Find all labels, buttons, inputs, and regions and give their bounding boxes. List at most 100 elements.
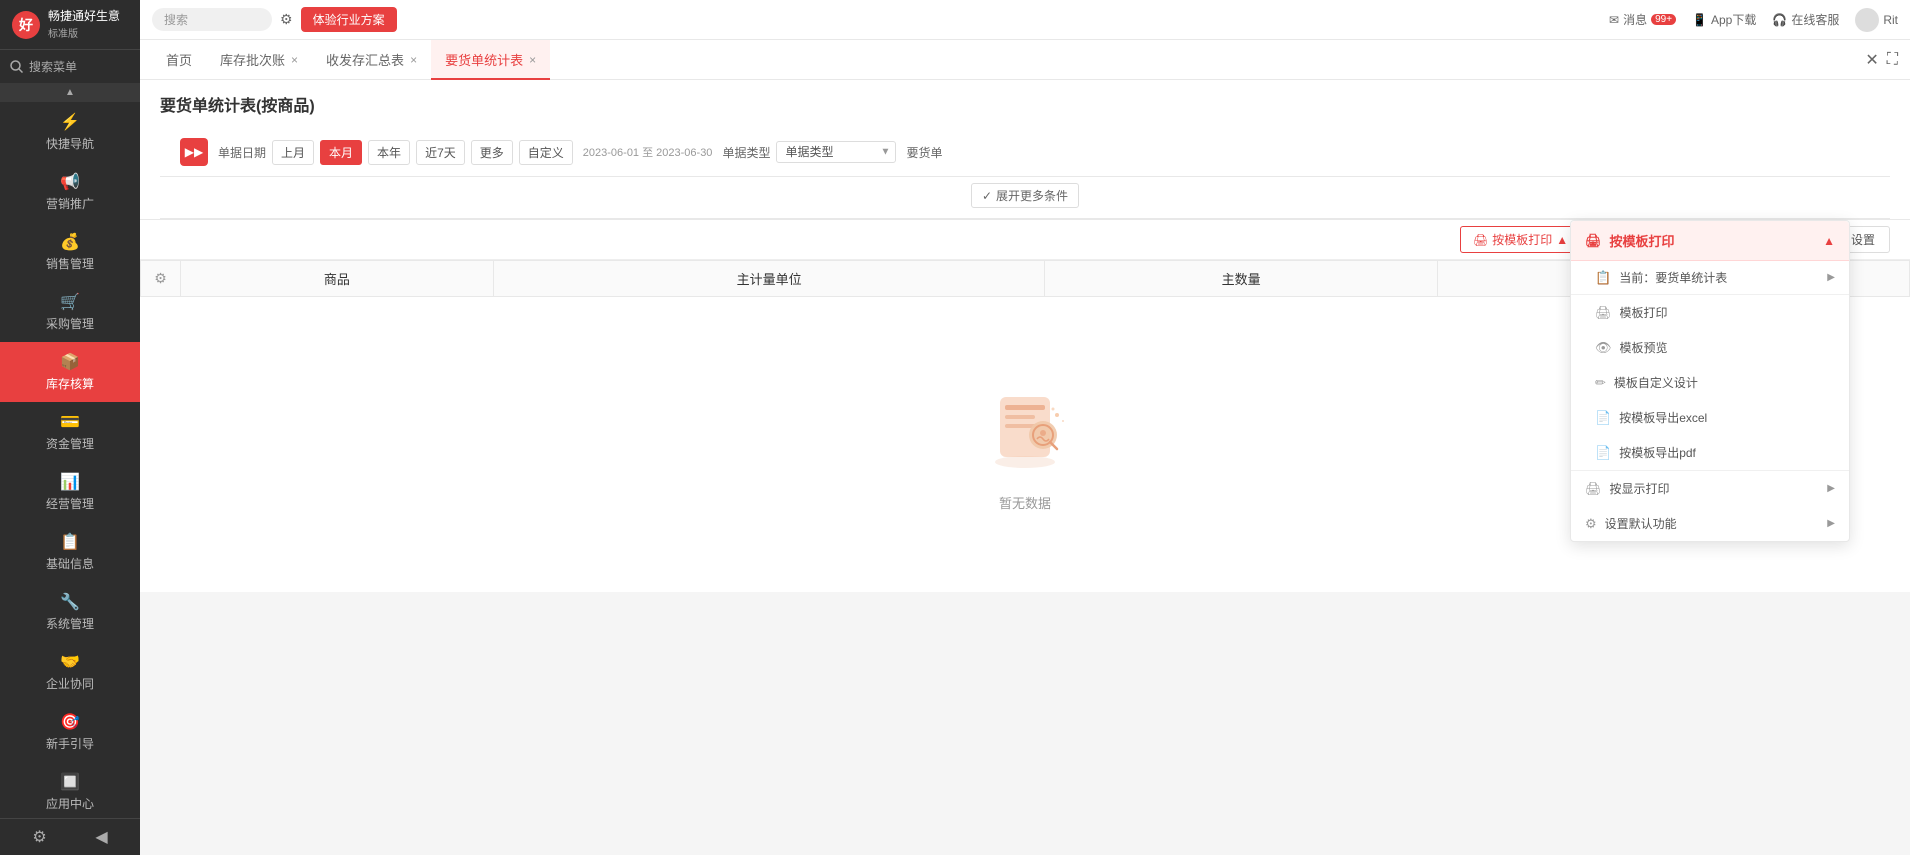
template-print-arrow-icon: ▲ <box>1556 233 1568 247</box>
date-btn-this-year[interactable]: 本年 <box>368 140 410 165</box>
sidebar-scroll-up[interactable]: ▲ <box>0 83 140 102</box>
col-unit: 主计量单位 <box>493 261 1045 297</box>
empty-state-illustration <box>975 377 1075 477</box>
template-print-btn[interactable]: 🖨 按模板打印 ▲ <box>1460 226 1581 253</box>
sidebar-item-label: 采购管理 <box>46 315 94 332</box>
dropdown-item-export-pdf[interactable]: 📄 按模板导出pdf <box>1571 435 1849 470</box>
dropdown-template-items-section: 🖨 模板打印 👁 模板预览 ✏ 模板自定义设计 📄 按模板导出excel 📄 <box>1571 295 1849 471</box>
dropdown-print-icon: 🖨 <box>1585 233 1602 249</box>
app-name: 畅捷通好生意 <box>48 9 120 25</box>
sidebar-item-marketing[interactable]: 📢 营销推广 <box>0 162 140 222</box>
tab-order-stats-close[interactable]: × <box>529 53 536 67</box>
tab-order-stats[interactable]: 要货单统计表 × <box>431 40 550 80</box>
current-template-icon: 📋 <box>1595 270 1611 286</box>
sidebar-search-label: 搜索菜单 <box>29 58 77 75</box>
topbar-message-label: 消息 <box>1623 11 1647 28</box>
current-template-row[interactable]: 📋 当前：要货单统计表 ▶ <box>1571 261 1849 295</box>
dropdown-header-chevron-icon: ▲ <box>1823 234 1835 248</box>
dropdown-default-func-item[interactable]: ⚙ 设置默认功能 ▶ <box>1571 506 1849 541</box>
current-template-label: 当前：要货单统计表 <box>1619 269 1727 286</box>
expand-arrow-icon: ▶▶ <box>185 145 203 159</box>
template-design-icon: ✏ <box>1595 375 1606 391</box>
order-type-select[interactable]: 单据类型 要货单 <box>776 141 896 163</box>
dropdown-item-template-design[interactable]: ✏ 模板自定义设计 <box>1571 365 1849 400</box>
dropdown-item-export-pdf-label: 按模板导出pdf <box>1619 444 1696 461</box>
topbar-service-label: 在线客服 <box>1791 11 1839 28</box>
sidebar-item-quick-nav[interactable]: ⚡ 快捷导航 <box>0 102 140 162</box>
default-func-chevron-icon: ▶ <box>1827 518 1835 529</box>
quick-nav-icon: ⚡ <box>60 112 80 132</box>
topbar-user-item[interactable]: Rit <box>1855 8 1898 32</box>
sidebar-search-item[interactable]: 搜索菜单 <box>0 50 140 83</box>
date-btn-more[interactable]: 更多 <box>471 140 513 165</box>
basic-icon: 📋 <box>60 532 80 552</box>
topbar-gear-icon[interactable]: ⚙ <box>280 11 293 28</box>
topbar-search-box[interactable]: 搜索 <box>152 8 272 31</box>
table-settings-icon[interactable]: ⚙ <box>154 270 167 286</box>
dropdown-header[interactable]: 🖨 按模板打印 ▲ <box>1571 221 1849 261</box>
page-title: 要货单统计表(按商品) <box>160 92 1890 116</box>
filter-expand-row: ✓ 展开更多条件 <box>160 177 1890 219</box>
template-dropdown: 🖨 按模板打印 ▲ 📋 当前：要货单统计表 ▶ 🖨 模板打印 <box>1570 220 1850 542</box>
tabbar: 首页 库存批次账 × 收发存汇总表 × 要货单统计表 × ✕ ⛶ <box>140 40 1910 80</box>
dropdown-display-print-item[interactable]: 🖨 按显示打印 ▶ <box>1571 471 1849 506</box>
tab-receipt-summary[interactable]: 收发存汇总表 × <box>312 40 431 80</box>
sidebar-collapse-btn[interactable]: ◀ <box>95 827 107 847</box>
sidebar-item-label: 基础信息 <box>46 555 94 572</box>
tab-receipt-summary-label: 收发存汇总表 <box>326 50 404 69</box>
date-btn-this-month[interactable]: 本月 <box>320 140 362 165</box>
sidebar-bottom: ⚙ ◀ <box>0 818 140 855</box>
tab-order-stats-label: 要货单统计表 <box>445 50 523 69</box>
tab-batch-accounts-close[interactable]: × <box>291 53 298 67</box>
purchase-icon: 🛒 <box>60 292 80 312</box>
topbar-appdownload-item[interactable]: 📱 App下载 <box>1692 11 1756 28</box>
sidebar-item-inventory[interactable]: 📦 库存核算 <box>0 342 140 402</box>
date-btn-last-month[interactable]: 上月 <box>272 140 314 165</box>
expand-more-icon: ✓ <box>982 189 992 203</box>
guide-icon: 🎯 <box>60 712 80 732</box>
sidebar-item-label: 营销推广 <box>46 195 94 212</box>
sidebar-item-sales[interactable]: 💰 销售管理 <box>0 222 140 282</box>
date-filter-label: 单据日期 <box>218 144 266 161</box>
date-btn-7days[interactable]: 近7天 <box>416 140 465 165</box>
app-logo-icon: 好 <box>12 11 40 39</box>
tab-home-label: 首页 <box>166 50 192 69</box>
tabbar-maximize-btn[interactable]: ⛶ <box>1887 51 1898 69</box>
dropdown-item-template-design-label: 模板自定义设计 <box>1614 374 1698 391</box>
dropdown-item-template-print[interactable]: 🖨 模板打印 <box>1571 295 1849 330</box>
sidebar-item-guide[interactable]: 🎯 新手引导 <box>0 702 140 762</box>
date-btn-custom[interactable]: 自定义 <box>519 140 573 165</box>
dropdown-display-print-left: 🖨 按显示打印 <box>1585 480 1670 497</box>
topbar-experience-btn[interactable]: 体验行业方案 <box>301 7 397 32</box>
sidebar-item-operations[interactable]: 📊 经营管理 <box>0 462 140 522</box>
expand-more-btn[interactable]: ✓ 展开更多条件 <box>971 183 1079 208</box>
sidebar-item-appstore[interactable]: 🔲 应用中心 <box>0 762 140 818</box>
sidebar-item-system[interactable]: 🔧 系统管理 <box>0 582 140 642</box>
tab-home[interactable]: 首页 <box>152 40 206 80</box>
app-version: 标准版 <box>48 25 120 40</box>
sidebar-item-label: 快捷导航 <box>46 135 94 152</box>
inventory-icon: 📦 <box>60 352 80 372</box>
dropdown-header-label: 按模板打印 <box>1610 231 1675 250</box>
topbar-left: 搜索 ⚙ 体验行业方案 <box>152 7 397 32</box>
dropdown-item-template-preview[interactable]: 👁 模板预览 <box>1571 330 1849 365</box>
sidebar-item-basic[interactable]: 📋 基础信息 <box>0 522 140 582</box>
dropdown-item-export-excel[interactable]: 📄 按模板导出excel <box>1571 400 1849 435</box>
tab-receipt-summary-close[interactable]: × <box>410 53 417 67</box>
dropdown-item-template-print-label: 模板打印 <box>1620 304 1668 321</box>
topbar-service-item[interactable]: 🎧 在线客服 <box>1772 11 1839 28</box>
tabbar-close-btn[interactable]: ✕ <box>1865 50 1878 70</box>
tab-batch-accounts[interactable]: 库存批次账 × <box>206 40 312 80</box>
filter-expand-icon-btn[interactable]: ▶▶ <box>180 138 208 166</box>
sidebar: 好 畅捷通好生意 标准版 搜索菜单 ▲ ⚡ 快捷导航 📢 营销推广 💰 销售管理… <box>0 0 140 855</box>
sidebar-item-finance[interactable]: 💳 资金管理 <box>0 402 140 462</box>
system-icon: 🔧 <box>60 592 80 612</box>
default-func-label: 设置默认功能 <box>1605 515 1677 532</box>
sidebar-item-label: 库存核算 <box>46 375 94 392</box>
sidebar-settings-btn[interactable]: ⚙ <box>32 827 46 847</box>
sidebar-item-purchase[interactable]: 🛒 采购管理 <box>0 282 140 342</box>
sidebar-item-collab[interactable]: 🤝 企业协同 <box>0 642 140 702</box>
page-content: 要货单统计表(按商品) ▶▶ 单据日期 上月 本月 本年 近7天 更多 自定义 … <box>140 80 1910 855</box>
topbar-message-item[interactable]: ✉ 消息 99+ <box>1609 11 1676 28</box>
topbar-username: Rit <box>1883 13 1898 27</box>
